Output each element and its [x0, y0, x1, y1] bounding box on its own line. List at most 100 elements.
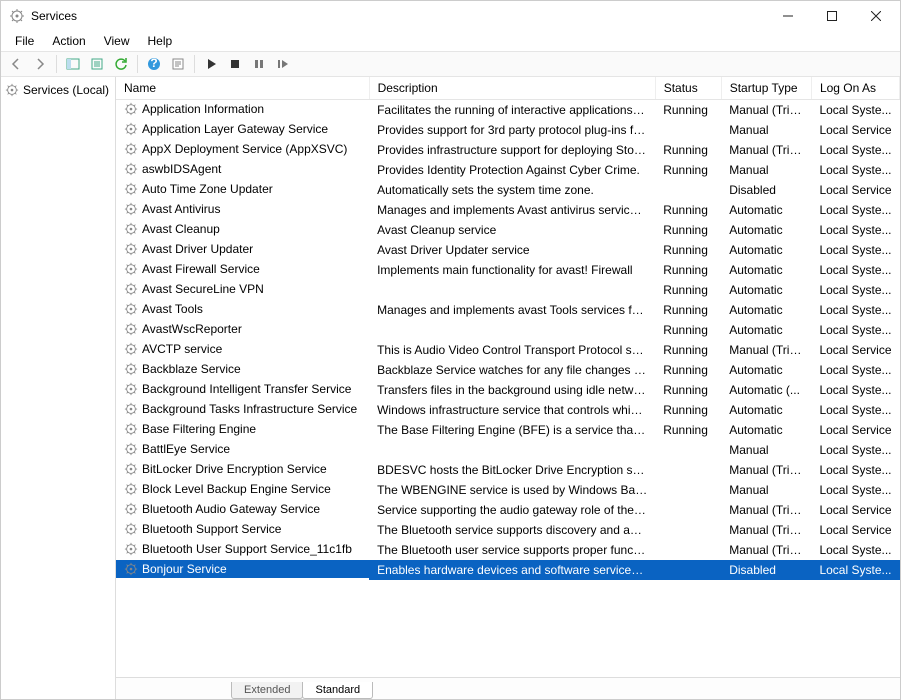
service-row[interactable]: BitLocker Drive Encryption ServiceBDESVC… — [116, 460, 900, 480]
show-hide-tree-button[interactable] — [62, 53, 84, 75]
svg-text:?: ? — [150, 57, 157, 70]
service-name: Backblaze Service — [142, 360, 241, 378]
service-name-cell: Auto Time Zone Updater — [116, 180, 369, 198]
service-startup-type: Manual (Trig... — [721, 500, 811, 520]
service-row[interactable]: Background Intelligent Transfer Service T… — [116, 380, 900, 400]
service-row[interactable]: Bonjour ServiceEnables hardware devices … — [116, 560, 900, 580]
service-row[interactable]: Auto Time Zone UpdaterAutomatically sets… — [116, 180, 900, 200]
service-logon-as: Local Syste... — [811, 300, 899, 320]
column-header-name[interactable]: Name — [116, 77, 369, 100]
minimize-button[interactable] — [766, 1, 810, 31]
restart-service-button[interactable] — [272, 53, 294, 75]
column-header-row: Name Description Status Startup Type Log… — [116, 77, 900, 100]
service-name: Auto Time Zone Updater — [142, 180, 273, 198]
service-name-cell: Avast Firewall Service — [116, 260, 369, 278]
close-button[interactable] — [854, 1, 898, 31]
service-description: Implements main functionality for avast!… — [369, 260, 655, 280]
tree-item-services-local[interactable]: Services (Local) — [1, 81, 115, 99]
service-name: Avast Tools — [142, 300, 203, 318]
service-row[interactable]: AppX Deployment Service (AppXSVC)Provide… — [116, 140, 900, 160]
service-description: Provides support for 3rd party protocol … — [369, 120, 655, 140]
service-startup-type: Automatic — [721, 220, 811, 240]
gear-icon — [124, 242, 138, 256]
refresh-button[interactable] — [110, 53, 132, 75]
gear-icon — [124, 322, 138, 336]
service-row[interactable]: Application Layer Gateway ServiceProvide… — [116, 120, 900, 140]
service-logon-as: Local Syste... — [811, 560, 899, 580]
back-button[interactable] — [5, 53, 27, 75]
service-row[interactable]: Backblaze ServiceBackblaze Service watch… — [116, 360, 900, 380]
service-row[interactable]: Bluetooth User Support Service_11c1fbThe… — [116, 540, 900, 560]
export-list-button[interactable] — [86, 53, 108, 75]
service-status — [655, 440, 721, 460]
service-startup-type: Disabled — [721, 560, 811, 580]
service-description: Service supporting the audio gateway rol… — [369, 500, 655, 520]
tree-item-label: Services (Local) — [23, 83, 109, 97]
column-header-startup[interactable]: Startup Type — [721, 77, 811, 100]
service-row[interactable]: Base Filtering EngineThe Base Filtering … — [116, 420, 900, 440]
service-description: Transfers files in the background using … — [369, 380, 655, 400]
service-row[interactable]: Application InformationFacilitates the r… — [116, 100, 900, 121]
service-row[interactable]: BattlEye ServiceManualLocal Syste... — [116, 440, 900, 460]
service-startup-type: Manual (Trig... — [721, 520, 811, 540]
service-name-cell: AVCTP service — [116, 340, 369, 358]
tab-extended[interactable]: Extended — [231, 682, 303, 699]
column-header-logon[interactable]: Log On As — [811, 77, 899, 100]
service-name-cell: Backblaze Service — [116, 360, 369, 378]
menu-file[interactable]: File — [7, 32, 42, 50]
service-row[interactable]: aswbIDSAgentProvides Identity Protection… — [116, 160, 900, 180]
service-row[interactable]: AvastWscReporterRunningAutomaticLocal Sy… — [116, 320, 900, 340]
service-name: Avast Cleanup — [142, 220, 220, 238]
properties-button[interactable] — [167, 53, 189, 75]
service-row[interactable]: Background Tasks Infrastructure ServiceW… — [116, 400, 900, 420]
service-row[interactable]: Avast Driver UpdaterAvast Driver Updater… — [116, 240, 900, 260]
service-row[interactable]: Avast CleanupAvast Cleanup serviceRunnin… — [116, 220, 900, 240]
column-header-description[interactable]: Description — [369, 77, 655, 100]
maximize-button[interactable] — [810, 1, 854, 31]
menu-action[interactable]: Action — [44, 32, 93, 50]
help-button[interactable]: ? — [143, 53, 165, 75]
service-row[interactable]: Bluetooth Support ServiceThe Bluetooth s… — [116, 520, 900, 540]
gear-icon — [124, 462, 138, 476]
service-status: Running — [655, 400, 721, 420]
service-logon-as: Local Syste... — [811, 320, 899, 340]
service-description: Facilitates the running of interactive a… — [369, 100, 655, 121]
navigation-tree: Services (Local) — [1, 77, 116, 699]
service-logon-as: Local Service — [811, 340, 899, 360]
service-startup-type: Automatic — [721, 320, 811, 340]
gear-icon — [124, 162, 138, 176]
service-row[interactable]: Block Level Backup Engine ServiceThe WBE… — [116, 480, 900, 500]
service-description: Avast Driver Updater service — [369, 240, 655, 260]
service-status — [655, 540, 721, 560]
service-row[interactable]: Avast AntivirusManages and implements Av… — [116, 200, 900, 220]
service-startup-type: Manual (Trig... — [721, 540, 811, 560]
service-row[interactable]: Avast SecureLine VPNRunningAutomaticLoca… — [116, 280, 900, 300]
service-status: Running — [655, 260, 721, 280]
service-name-cell: BattlEye Service — [116, 440, 369, 458]
gear-icon — [124, 522, 138, 536]
service-row[interactable]: AVCTP serviceThis is Audio Video Control… — [116, 340, 900, 360]
window-title: Services — [31, 9, 766, 23]
service-status: Running — [655, 380, 721, 400]
column-header-status[interactable]: Status — [655, 77, 721, 100]
services-grid-scroll[interactable]: Name Description Status Startup Type Log… — [116, 77, 900, 677]
service-row[interactable]: Bluetooth Audio Gateway Service Service s… — [116, 500, 900, 520]
pause-service-button[interactable] — [248, 53, 270, 75]
service-name: Background Intelligent Transfer Service — [142, 380, 351, 398]
gear-icon — [124, 102, 138, 116]
service-name-cell: Bluetooth User Support Service_11c1fb — [116, 540, 369, 558]
forward-button[interactable] — [29, 53, 51, 75]
tab-standard[interactable]: Standard — [302, 682, 373, 699]
service-row[interactable]: Avast ToolsManages and implements avast … — [116, 300, 900, 320]
service-name-cell: Block Level Backup Engine Service — [116, 480, 369, 498]
service-name: Bluetooth Audio Gateway Service — [142, 500, 320, 518]
service-name: BitLocker Drive Encryption Service — [142, 460, 327, 478]
gear-icon — [124, 302, 138, 316]
start-service-button[interactable] — [200, 53, 222, 75]
service-name-cell: Avast Tools — [116, 300, 369, 318]
stop-service-button[interactable] — [224, 53, 246, 75]
menu-view[interactable]: View — [96, 32, 138, 50]
service-row[interactable]: Avast Firewall ServiceImplements main fu… — [116, 260, 900, 280]
service-logon-as: Local Service — [811, 120, 899, 140]
menu-help[interactable]: Help — [140, 32, 181, 50]
